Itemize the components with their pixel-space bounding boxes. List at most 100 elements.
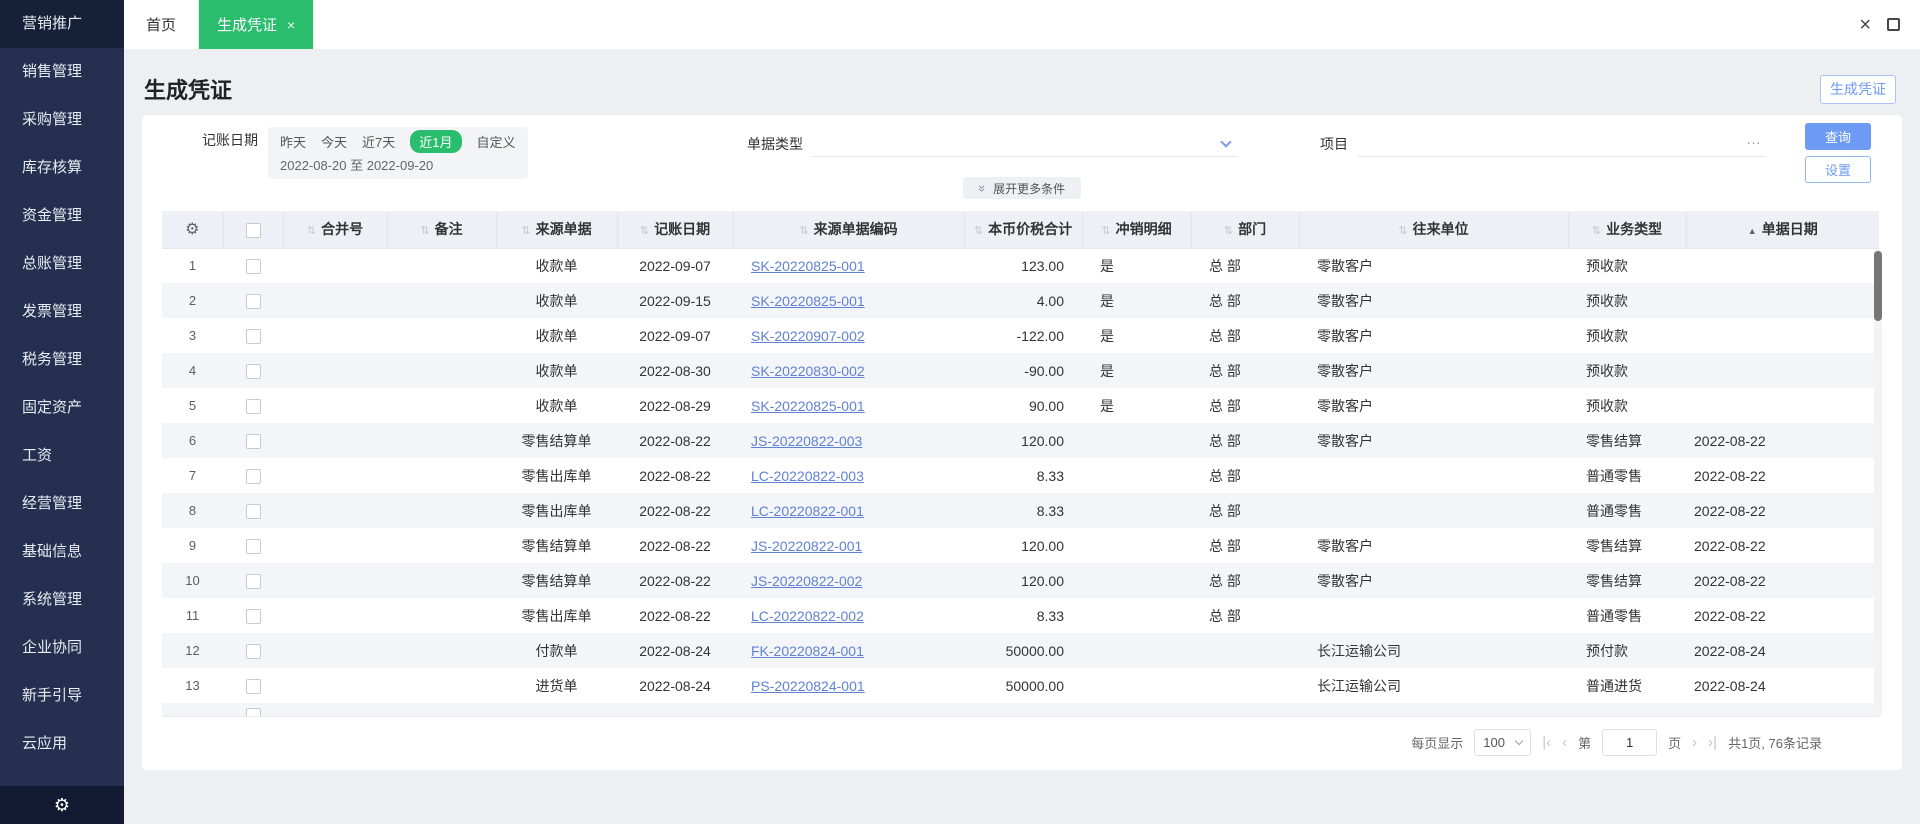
page-number-input[interactable] <box>1602 729 1658 756</box>
prev-page-icon[interactable]: ‹ <box>1562 735 1567 750</box>
source-doc-link[interactable]: SK-20220830-002 <box>751 363 865 379</box>
settings-button[interactable]: 设置 <box>1805 156 1871 183</box>
sidebar-item-module[interactable]: 采购管理 <box>0 96 124 144</box>
source-doc-link[interactable]: JS-20220822-001 <box>751 538 862 554</box>
column-header[interactable]: ⇅ 往来单位 <box>1299 211 1569 249</box>
query-button[interactable]: 查询 <box>1805 123 1871 150</box>
quick-date-option[interactable]: 近1月 <box>410 129 462 153</box>
column-header[interactable]: ⇅ 冲销明细 <box>1082 211 1192 249</box>
quick-date-option[interactable]: 自定义 <box>477 132 516 151</box>
table-row[interactable]: 10 零售结算单 2022-08-22 JS-20220822-002 120.… <box>162 563 1879 598</box>
source-doc-link[interactable]: SK-20220825-001 <box>751 293 865 309</box>
sort-icon[interactable]: ⇅ <box>1398 225 1407 237</box>
sidebar-item-module[interactable]: 工资 <box>0 432 124 480</box>
sidebar-item-module[interactable]: 云应用 <box>0 720 124 768</box>
column-header[interactable]: ⇅ 本币价税合计 <box>964 211 1083 249</box>
fullscreen-icon[interactable] <box>1887 18 1900 31</box>
source-doc-link[interactable]: PS-20220824-001 <box>751 678 865 694</box>
row-checkbox[interactable] <box>245 433 261 449</box>
sort-icon[interactable]: ⇅ <box>420 225 429 237</box>
doc-type-select[interactable] <box>813 131 1238 157</box>
row-checkbox[interactable] <box>245 573 261 589</box>
source-doc-link[interactable]: LC-20220822-001 <box>751 503 864 519</box>
ellipsis-picker-icon[interactable]: … <box>1746 131 1762 148</box>
source-doc-link[interactable]: LC-20220822-002 <box>751 608 864 624</box>
tab-close-icon[interactable]: × <box>287 17 295 33</box>
column-header[interactable]: ⇅ 备注 <box>387 211 497 249</box>
column-header[interactable]: ⇅ 部门 <box>1191 211 1300 249</box>
expand-more-button[interactable]: » 展开更多条件 <box>962 177 1082 199</box>
project-input[interactable]: … <box>1358 131 1766 157</box>
row-checkbox[interactable] <box>245 538 261 554</box>
table-row[interactable]: 13 进货单 2022-08-24 PS-20220824-001 50000.… <box>162 668 1879 703</box>
sort-asc-icon[interactable]: ▲ <box>1748 226 1757 236</box>
sidebar-item-module[interactable]: 新手引导 <box>0 672 124 720</box>
source-doc-link[interactable]: JS-20220822-003 <box>751 433 862 449</box>
table-row[interactable]: 5 收款单 2022-08-29 SK-20220825-001 90.00 是… <box>162 388 1879 423</box>
source-doc-link[interactable]: JS-20220822-002 <box>751 573 862 589</box>
select-all-checkbox[interactable] <box>245 222 261 238</box>
sort-icon[interactable]: ⇅ <box>640 225 649 237</box>
settings-gear-icon[interactable]: ⚙ <box>54 795 70 816</box>
sidebar-item-module[interactable]: 销售管理 <box>0 48 124 96</box>
sort-icon[interactable]: ⇅ <box>307 225 316 237</box>
table-row[interactable]: 1 收款单 2022-09-07 SK-20220825-001 123.00 … <box>162 248 1879 283</box>
sidebar-item-module[interactable]: 经营管理 <box>0 480 124 528</box>
row-checkbox[interactable] <box>245 678 261 694</box>
quick-date-option[interactable]: 昨天 <box>280 132 306 151</box>
sidebar-item-module[interactable]: 发票管理 <box>0 288 124 336</box>
row-checkbox[interactable] <box>245 608 261 624</box>
source-doc-link[interactable]: SK-20220825-001 <box>751 258 865 274</box>
table-row[interactable]: 7 零售出库单 2022-08-22 LC-20220822-003 8.33 … <box>162 458 1879 493</box>
vertical-scrollbar[interactable] <box>1874 249 1882 717</box>
scrollbar-thumb[interactable] <box>1874 251 1882 321</box>
sort-icon[interactable]: ⇅ <box>799 225 808 237</box>
sidebar-item-module[interactable]: 基础信息 <box>0 528 124 576</box>
source-doc-link[interactable]: LC-20220822-003 <box>751 468 864 484</box>
table-row[interactable]: 4 收款单 2022-08-30 SK-20220830-002 -90.00 … <box>162 353 1879 388</box>
sidebar-item-module[interactable]: 资金管理 <box>0 192 124 240</box>
date-range-value[interactable]: 2022-08-20 至 2022-09-20 <box>280 155 516 174</box>
table-row[interactable]: 2 收款单 2022-09-15 SK-20220825-001 4.00 是 … <box>162 283 1879 318</box>
sidebar-item-module[interactable]: 系统管理 <box>0 576 124 624</box>
source-doc-link[interactable]: FK-20220824-001 <box>751 643 864 659</box>
table-row[interactable]: 12 付款单 2022-08-24 FK-20220824-001 50000.… <box>162 633 1879 668</box>
row-checkbox[interactable] <box>245 259 261 275</box>
row-checkbox[interactable] <box>246 708 261 716</box>
row-checkbox[interactable] <box>245 503 261 519</box>
column-header[interactable]: ⇅ 业务类型 <box>1568 211 1687 249</box>
first-page-icon[interactable]: |‹ <box>1542 735 1551 750</box>
column-header[interactable]: ⇅ 来源单据编码 <box>733 211 965 249</box>
column-header[interactable]: ▲ 单据日期 <box>1686 211 1879 249</box>
sidebar-item-module[interactable]: 税务管理 <box>0 336 124 384</box>
generate-voucher-button[interactable]: 生成凭证 <box>1820 74 1896 104</box>
row-checkbox[interactable] <box>245 398 261 414</box>
sidebar-item-active[interactable]: 营销推广 <box>0 0 124 48</box>
last-page-icon[interactable]: ›| <box>1708 735 1717 750</box>
tab-home[interactable]: 首页 <box>124 0 200 49</box>
sidebar-item-module[interactable]: 固定资产 <box>0 384 124 432</box>
table-row[interactable]: 8 零售出库单 2022-08-22 LC-20220822-001 8.33 … <box>162 493 1879 528</box>
column-header[interactable]: ⇅ 记账日期 <box>617 211 734 249</box>
per-page-select[interactable]: 100 <box>1474 729 1532 756</box>
column-header[interactable]: ⇅ 来源单据 <box>496 211 618 249</box>
sidebar-item-module[interactable]: 总账管理 <box>0 240 124 288</box>
sort-icon[interactable]: ⇅ <box>1101 225 1110 237</box>
next-page-icon[interactable]: › <box>1692 735 1697 750</box>
table-row[interactable]: 3 收款单 2022-09-07 SK-20220907-002 -122.00… <box>162 318 1879 353</box>
close-icon[interactable]: × <box>1859 15 1871 35</box>
row-checkbox[interactable] <box>245 363 261 379</box>
row-checkbox[interactable] <box>245 293 261 309</box>
row-checkbox[interactable] <box>245 643 261 659</box>
sidebar-item-module[interactable]: 库存核算 <box>0 144 124 192</box>
sort-icon[interactable]: ⇅ <box>521 225 530 237</box>
sort-icon[interactable]: ⇅ <box>1592 225 1601 237</box>
source-doc-link[interactable]: SK-20220825-001 <box>751 398 865 414</box>
column-settings-gear-icon[interactable]: ⚙ <box>162 211 224 249</box>
table-row[interactable]: 6 零售结算单 2022-08-22 JS-20220822-003 120.0… <box>162 423 1879 458</box>
sort-icon[interactable]: ⇅ <box>974 225 983 237</box>
row-checkbox[interactable] <box>245 328 261 344</box>
sort-icon[interactable]: ⇅ <box>1224 225 1233 237</box>
column-header[interactable]: ⇅ 合并号 <box>283 211 388 249</box>
source-doc-link[interactable]: SK-20220907-002 <box>751 328 865 344</box>
